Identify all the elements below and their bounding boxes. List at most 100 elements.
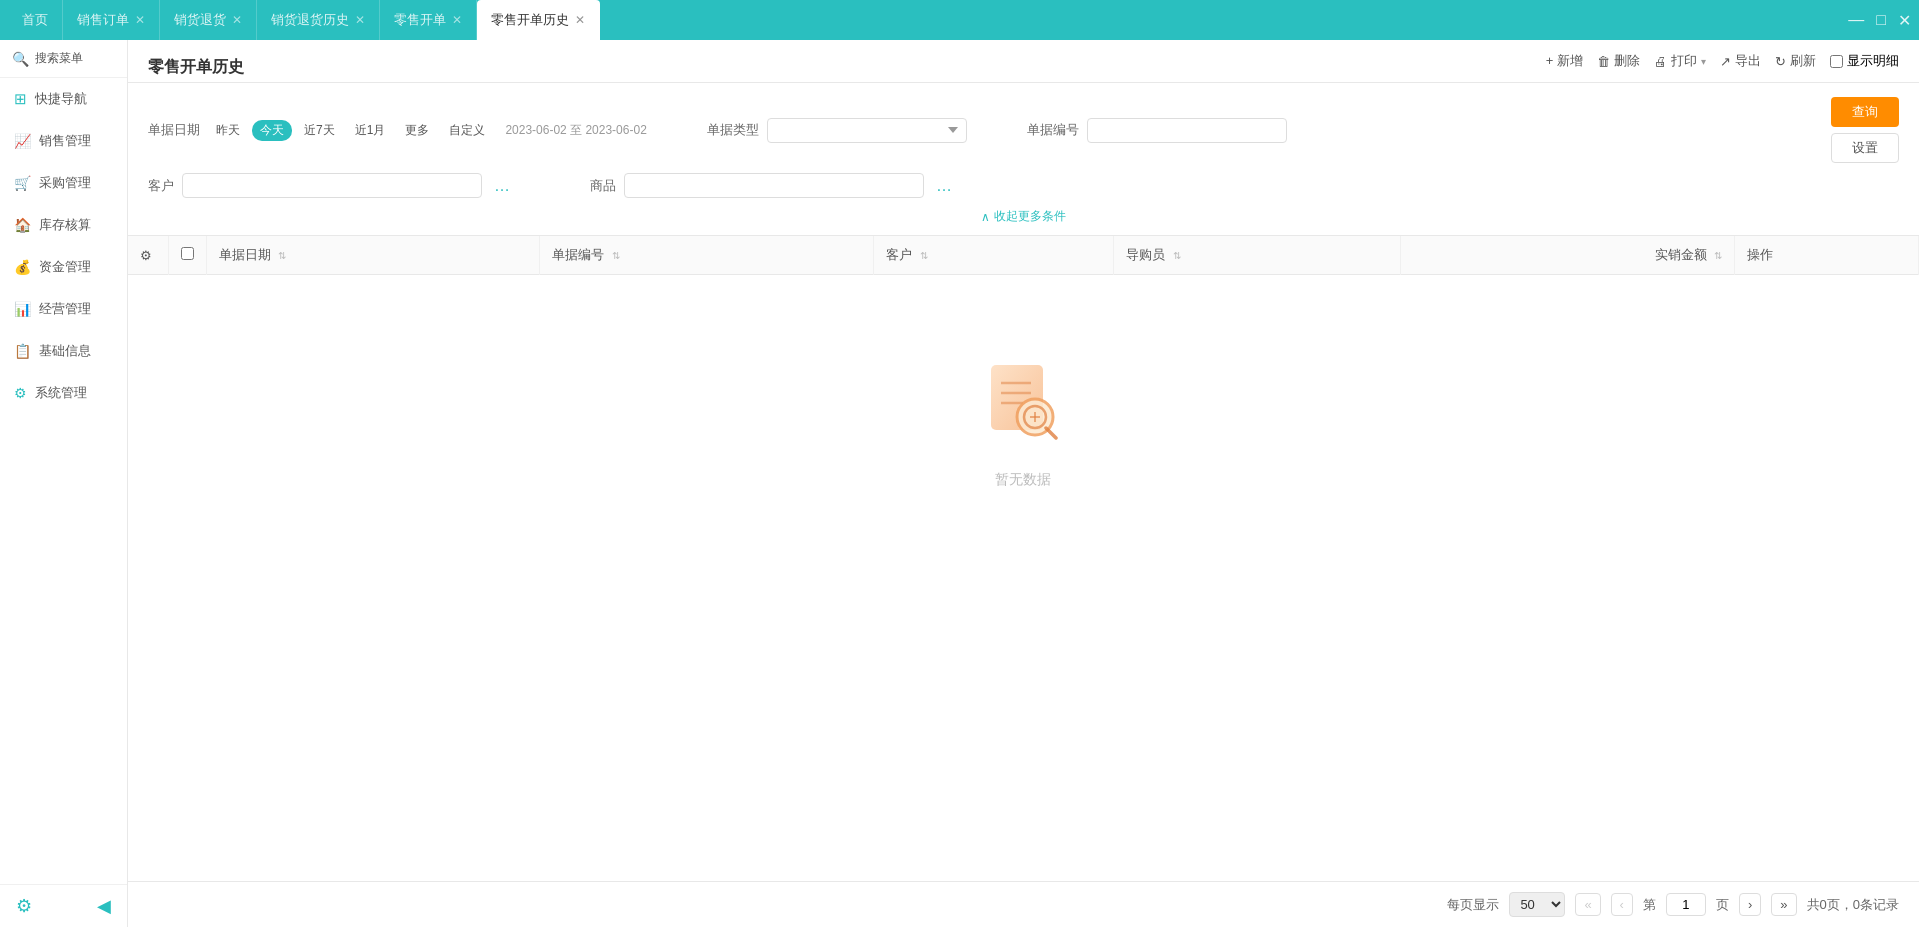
sidebar-collapse-icon[interactable]: ◀ xyxy=(97,895,111,917)
show-detail-label: 显示明细 xyxy=(1847,52,1899,70)
print-label: 打印 xyxy=(1671,52,1697,70)
sidebar-item-label: 采购管理 xyxy=(39,174,91,192)
th-customer: 客户 ⇅ xyxy=(874,236,1114,275)
export-button[interactable]: ↗ 导出 xyxy=(1720,52,1761,70)
print-dropdown-icon: ▾ xyxy=(1701,56,1706,67)
collapse-button[interactable]: ∧ 收起更多条件 xyxy=(981,208,1066,225)
table-header-row: ⚙ 单据日期 ⇅ 单据编号 ⇅ 客户 xyxy=(128,236,1919,275)
export-icon: ↗ xyxy=(1720,54,1731,69)
date-btn-7days[interactable]: 近7天 xyxy=(296,120,343,141)
tab-home[interactable]: 首页 xyxy=(8,0,63,40)
content-area: 零售开单历史 + 新增 🗑 删除 🖨 打印 ▾ ↗ 导出 xyxy=(128,40,1919,927)
total-label: 共0页，0条记录 xyxy=(1807,896,1899,914)
th-checkbox[interactable] xyxy=(168,236,206,275)
setting-button[interactable]: 设置 xyxy=(1831,133,1899,163)
delete-button[interactable]: 🗑 删除 xyxy=(1597,52,1640,70)
page-first-btn[interactable]: « xyxy=(1575,893,1600,916)
tab-sales-return-close[interactable]: ✕ xyxy=(232,13,242,27)
customer-filter-label: 客户 xyxy=(148,177,174,195)
date-btn-today[interactable]: 今天 xyxy=(252,120,292,141)
sidebar-item-base-info[interactable]: 📋 基础信息 xyxy=(0,330,127,372)
date-btn-more[interactable]: 更多 xyxy=(397,120,437,141)
sidebar-item-sales-mgmt[interactable]: 📈 销售管理 xyxy=(0,120,127,162)
sidebar-item-inventory[interactable]: 🏠 库存核算 xyxy=(0,204,127,246)
th-salesperson-sort-icon[interactable]: ⇅ xyxy=(1173,250,1181,261)
finance-icon: 💰 xyxy=(14,259,31,275)
tab-sales-return[interactable]: 销货退货 ✕ xyxy=(160,0,257,40)
delete-label: 删除 xyxy=(1614,52,1640,70)
select-all-checkbox[interactable] xyxy=(181,247,194,260)
page-input[interactable] xyxy=(1666,893,1706,916)
empty-state-cell: 暂无数据 xyxy=(128,275,1919,570)
th-date-label: 单据日期 xyxy=(219,247,271,262)
th-date-sort-icon[interactable]: ⇅ xyxy=(278,250,286,261)
th-customer-sort-icon[interactable]: ⇅ xyxy=(920,250,928,261)
sidebar-item-purchase-mgmt[interactable]: 🛒 采购管理 xyxy=(0,162,127,204)
per-page-label: 每页显示 xyxy=(1447,896,1499,914)
product-ellipsis-btn[interactable]: … xyxy=(936,177,952,195)
table-head: ⚙ 单据日期 ⇅ 单据编号 ⇅ 客户 xyxy=(128,236,1919,275)
tab-retail-history[interactable]: 零售开单历史 ✕ xyxy=(477,0,600,40)
empty-state-icon xyxy=(973,355,1073,455)
sidebar-item-finance[interactable]: 💰 资金管理 xyxy=(0,246,127,288)
refresh-button[interactable]: ↻ 刷新 xyxy=(1775,52,1816,70)
data-table: ⚙ 单据日期 ⇅ 单据编号 ⇅ 客户 xyxy=(128,236,1919,569)
customer-filter-input[interactable] xyxy=(182,173,482,198)
th-salesperson-label: 导购员 xyxy=(1126,247,1165,262)
th-amount: 实销金额 ⇅ xyxy=(1401,236,1735,275)
date-btn-1month[interactable]: 近1月 xyxy=(347,120,394,141)
customer-ellipsis-btn[interactable]: … xyxy=(494,177,510,195)
query-button[interactable]: 查询 xyxy=(1831,97,1899,127)
tab-retail-open[interactable]: 零售开单 ✕ xyxy=(380,0,477,40)
sidebar-item-quick-nav[interactable]: ⊞ 快捷导航 xyxy=(0,78,127,120)
tab-sales-order-close[interactable]: ✕ xyxy=(135,13,145,27)
window-minimize[interactable]: — xyxy=(1848,11,1864,29)
date-btn-yesterday[interactable]: 昨天 xyxy=(208,120,248,141)
page-last-btn[interactable]: » xyxy=(1771,893,1796,916)
window-controls: — □ ✕ xyxy=(1848,11,1911,30)
th-order-no-sort-icon[interactable]: ⇅ xyxy=(612,250,620,261)
tab-retail-open-close[interactable]: ✕ xyxy=(452,13,462,27)
product-filter-input[interactable] xyxy=(624,173,924,198)
tab-sales-order[interactable]: 销售订单 ✕ xyxy=(63,0,160,40)
sales-mgmt-icon: 📈 xyxy=(14,133,31,149)
print-button[interactable]: 🖨 打印 ▾ xyxy=(1654,52,1706,70)
date-btn-custom[interactable]: 自定义 xyxy=(441,120,493,141)
filter-actions: 查询 设置 xyxy=(1831,97,1899,163)
show-detail-checkbox[interactable] xyxy=(1830,55,1843,68)
quick-nav-icon: ⊞ xyxy=(14,90,27,108)
tab-retail-history-label: 零售开单历史 xyxy=(491,11,569,29)
sidebar-item-operations[interactable]: 📊 经营管理 xyxy=(0,288,127,330)
page-prev-btn[interactable]: ‹ xyxy=(1611,893,1633,916)
tab-retail-history-close[interactable]: ✕ xyxy=(575,13,585,27)
export-label: 导出 xyxy=(1735,52,1761,70)
sidebar-item-label: 库存核算 xyxy=(39,216,91,234)
th-date: 单据日期 ⇅ xyxy=(206,236,540,275)
sidebar-search[interactable]: 🔍 搜索菜单 xyxy=(0,40,127,78)
th-customer-label: 客户 xyxy=(886,247,912,262)
order-no-filter-input[interactable] xyxy=(1087,118,1287,143)
tab-retail-open-label: 零售开单 xyxy=(394,11,446,29)
th-settings[interactable]: ⚙ xyxy=(128,236,168,275)
page-next-btn[interactable]: › xyxy=(1739,893,1761,916)
filter-footer: ∧ 收起更多条件 xyxy=(148,208,1899,225)
add-label: + 新增 xyxy=(1546,52,1583,70)
date-buttons: 昨天 今天 近7天 近1月 更多 自定义 xyxy=(208,120,493,141)
product-filter-label: 商品 xyxy=(590,177,616,195)
tab-sales-return-history[interactable]: 销货退货历史 ✕ xyxy=(257,0,380,40)
add-button[interactable]: + 新增 xyxy=(1546,52,1583,70)
sidebar-item-label: 销售管理 xyxy=(39,132,91,150)
table-wrapper: ⚙ 单据日期 ⇅ 单据编号 ⇅ 客户 xyxy=(128,236,1919,881)
th-amount-sort-icon[interactable]: ⇅ xyxy=(1714,250,1722,261)
sidebar-item-label: 快捷导航 xyxy=(35,90,87,108)
type-filter-select[interactable] xyxy=(767,118,967,143)
sidebar-settings-icon[interactable]: ⚙ xyxy=(16,895,32,917)
print-icon: 🖨 xyxy=(1654,54,1667,69)
th-action-label: 操作 xyxy=(1747,247,1773,262)
window-close[interactable]: ✕ xyxy=(1898,11,1911,30)
tab-sales-return-history-close[interactable]: ✕ xyxy=(355,13,365,27)
window-maximize[interactable]: □ xyxy=(1876,11,1886,29)
per-page-select[interactable]: 20 50 100 xyxy=(1509,892,1565,917)
sidebar-item-sys-mgmt[interactable]: ⚙ 系统管理 xyxy=(0,372,127,414)
filter-row-2: 客户 … 商品 … xyxy=(148,173,1899,198)
